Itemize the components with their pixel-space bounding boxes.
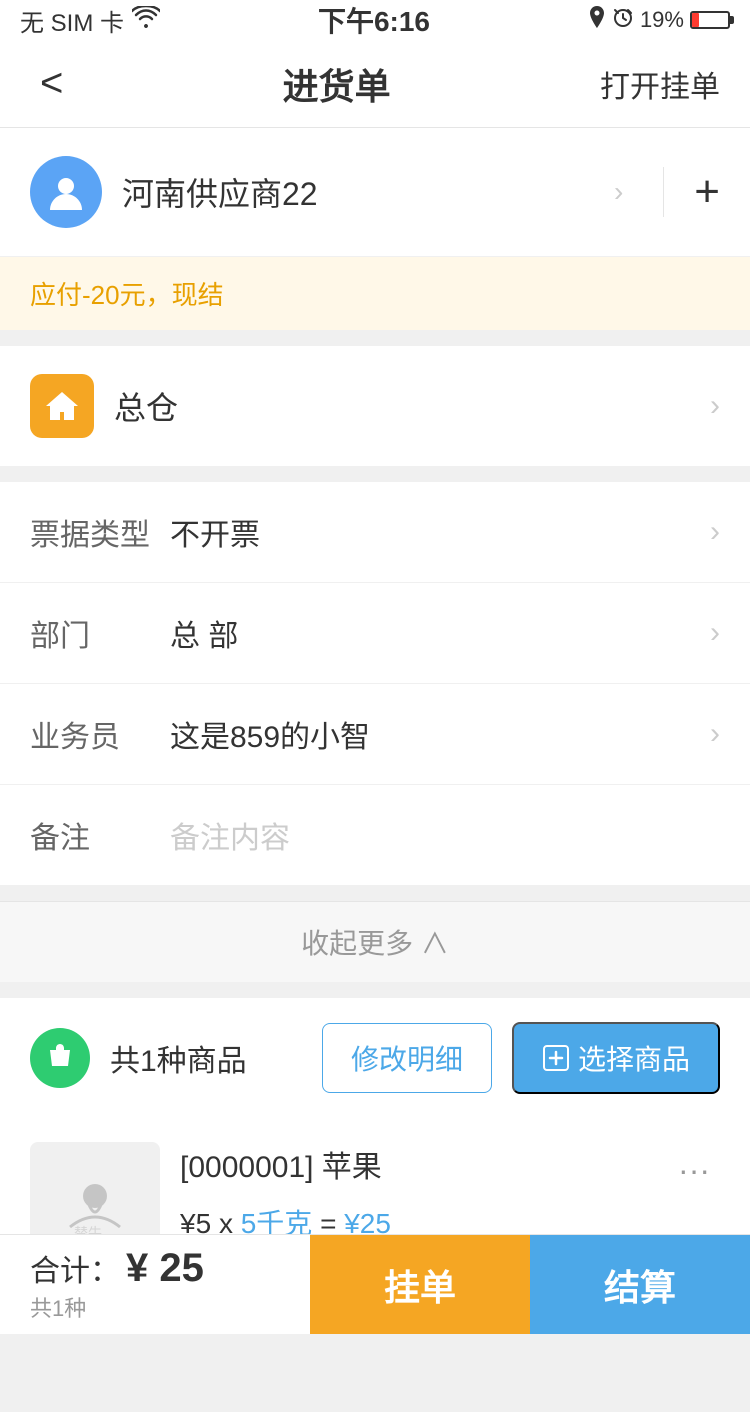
page-title: 进货单 <box>283 58 391 110</box>
supplier-divider <box>663 167 664 217</box>
status-time: 下午6:16 <box>318 0 430 40</box>
warehouse-section: 总仓 › <box>0 346 750 466</box>
invoice-label: 票据类型 <box>30 510 150 554</box>
remark-label: 备注 <box>30 813 150 857</box>
alarm-icon <box>612 6 634 34</box>
modify-detail-button[interactable]: 修改明细 <box>322 1023 492 1093</box>
back-button[interactable]: < <box>30 51 73 116</box>
settle-button[interactable]: 结算 <box>530 1235 750 1334</box>
sales-row[interactable]: 业务员 这是859的小智 › <box>0 684 750 785</box>
supplier-chevron-icon: › <box>614 176 623 208</box>
sales-chevron-icon: › <box>710 717 720 751</box>
main-content: 河南供应商22 › + 应付-20元，现结 总仓 › 票据类型 不开票 › 部门… <box>0 128 750 1412</box>
person-icon <box>46 172 86 212</box>
product-more-button[interactable]: ··· <box>668 1142 720 1199</box>
product-header-icon <box>30 1028 90 1088</box>
bag-icon <box>44 1042 76 1074</box>
select-product-icon <box>542 1044 570 1072</box>
battery-text: 19% <box>640 7 684 33</box>
hang-button[interactable]: 挂单 <box>310 1235 530 1334</box>
notice-banner: 应付-20元，现结 <box>0 257 750 330</box>
total-amount: ¥ 25 <box>126 1246 204 1291</box>
carrier-text: 无 SIM 卡 <box>20 3 124 38</box>
supplier-avatar <box>30 156 102 228</box>
select-product-label: 选择商品 <box>578 1038 690 1078</box>
dept-value: 总 部 <box>150 611 710 655</box>
total-label: 合计： <box>30 1246 120 1290</box>
home-icon <box>44 388 80 424</box>
footer-total-sub: 共1种 <box>30 1291 280 1323</box>
warehouse-row[interactable]: 总仓 › <box>0 346 750 466</box>
product-thumb-icon: 替牛 <box>60 1172 130 1242</box>
remark-placeholder: 备注内容 <box>150 813 720 857</box>
status-right: 19% <box>588 6 730 34</box>
form-section: 票据类型 不开票 › 部门 总 部 › 业务员 这是859的小智 › 备注 备注… <box>0 482 750 885</box>
invoice-chevron-icon: › <box>710 515 720 549</box>
invoice-value: 不开票 <box>150 510 710 554</box>
supplier-name: 河南供应商22 <box>122 169 614 215</box>
footer: 合计： ¥ 25 共1种 挂单 结算 <box>0 1234 750 1334</box>
collapse-bar[interactable]: 收起更多 ∧ <box>0 901 750 982</box>
open-hang-button[interactable]: 打开挂单 <box>600 62 720 106</box>
footer-total: 合计： ¥ 25 共1种 <box>0 1235 310 1334</box>
select-product-button[interactable]: 选择商品 <box>512 1022 720 1094</box>
add-button[interactable]: + <box>694 167 720 217</box>
warehouse-chevron-icon: › <box>710 389 720 423</box>
sales-label: 业务员 <box>30 712 150 756</box>
supplier-row[interactable]: 河南供应商22 › + <box>0 128 750 257</box>
product-name: [0000001] 苹果 <box>180 1142 648 1186</box>
location-icon <box>588 6 606 34</box>
product-header: 共1种商品 修改明细 选择商品 <box>0 998 750 1118</box>
supplier-section: 河南供应商22 › + 应付-20元，现结 <box>0 128 750 330</box>
status-left: 无 SIM 卡 <box>20 3 160 38</box>
product-info: [0000001] 苹果 ¥5 x 5千克 = ¥25 <box>180 1142 648 1242</box>
status-bar: 无 SIM 卡 下午6:16 19% <box>0 0 750 40</box>
sales-value: 这是859的小智 <box>150 712 710 756</box>
wifi-icon <box>132 6 160 35</box>
dept-label: 部门 <box>30 611 150 655</box>
invoice-row[interactable]: 票据类型 不开票 › <box>0 482 750 583</box>
battery-icon <box>690 11 730 29</box>
footer-total-main: 合计： ¥ 25 <box>30 1246 280 1291</box>
dept-chevron-icon: › <box>710 616 720 650</box>
product-count: 共1种商品 <box>110 1036 302 1080</box>
nav-bar: < 进货单 打开挂单 <box>0 40 750 128</box>
remark-row[interactable]: 备注 备注内容 <box>0 785 750 885</box>
warehouse-icon <box>30 374 94 438</box>
warehouse-name: 总仓 <box>114 383 710 429</box>
dept-row[interactable]: 部门 总 部 › <box>0 583 750 684</box>
